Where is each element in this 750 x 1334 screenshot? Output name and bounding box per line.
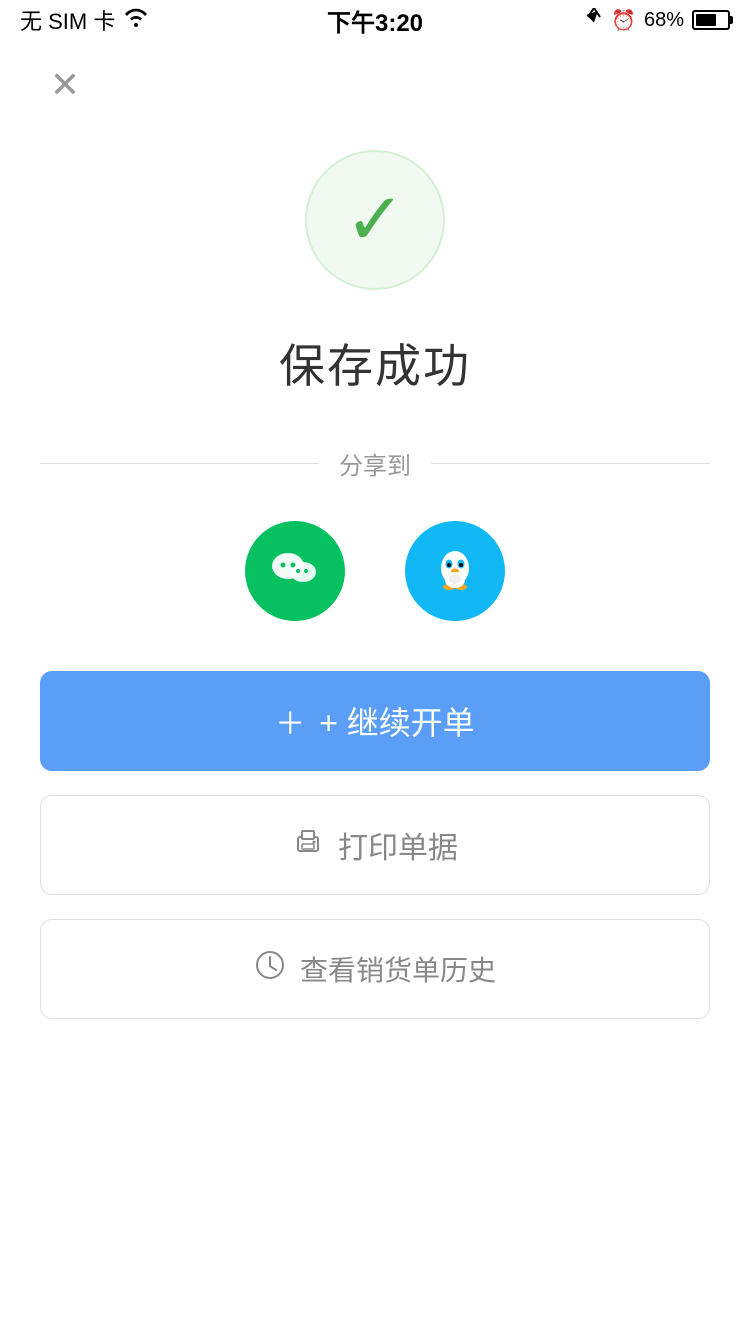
continue-button-label: + 继续开单	[319, 698, 475, 744]
share-label: 分享到	[339, 446, 411, 481]
share-divider: 分享到	[40, 446, 710, 481]
printer-icon	[292, 825, 324, 865]
divider-left	[40, 463, 319, 464]
print-button-label: 打印单据	[338, 823, 458, 867]
status-left: 无 SIM 卡	[20, 4, 149, 36]
alarm-icon: ⏰	[611, 8, 636, 33]
share-icons-row	[40, 521, 710, 621]
success-title: 保存成功	[279, 330, 471, 396]
checkmark-icon: ✓	[345, 184, 405, 256]
print-button[interactable]: 打印单据	[40, 795, 710, 895]
status-right: ⏰ 68%	[585, 8, 730, 33]
wechat-icon	[266, 542, 324, 600]
history-button-label: 查看销货单历史	[300, 949, 496, 989]
success-icon-circle: ✓	[305, 150, 445, 290]
status-time: 下午3:20	[327, 3, 423, 38]
battery-icon	[692, 10, 730, 30]
qq-share-button[interactable]	[405, 521, 505, 621]
history-button[interactable]: 查看销货单历史	[40, 919, 710, 1019]
close-button[interactable]: ✕	[40, 60, 90, 110]
location-icon	[585, 8, 603, 32]
action-buttons: ＋ + 继续开单 打印单据	[40, 671, 710, 1019]
continue-button[interactable]: ＋ + 继续开单	[40, 671, 710, 771]
wifi-icon	[123, 7, 149, 33]
no-sim-text: 无 SIM 卡	[20, 4, 115, 36]
clock-icon	[254, 949, 286, 989]
status-bar: 无 SIM 卡 下午3:20 ⏰ 68%	[0, 0, 750, 40]
qq-icon	[426, 542, 484, 600]
plus-icon: ＋	[275, 699, 305, 743]
main-content: ✕ ✓ 保存成功 分享到	[0, 40, 750, 1334]
share-section: 分享到	[40, 446, 710, 621]
battery-percentage: 68%	[644, 9, 684, 32]
wechat-share-button[interactable]	[245, 521, 345, 621]
divider-right	[431, 463, 710, 464]
close-x-icon: ✕	[50, 67, 80, 103]
close-button-row: ✕	[40, 60, 710, 110]
